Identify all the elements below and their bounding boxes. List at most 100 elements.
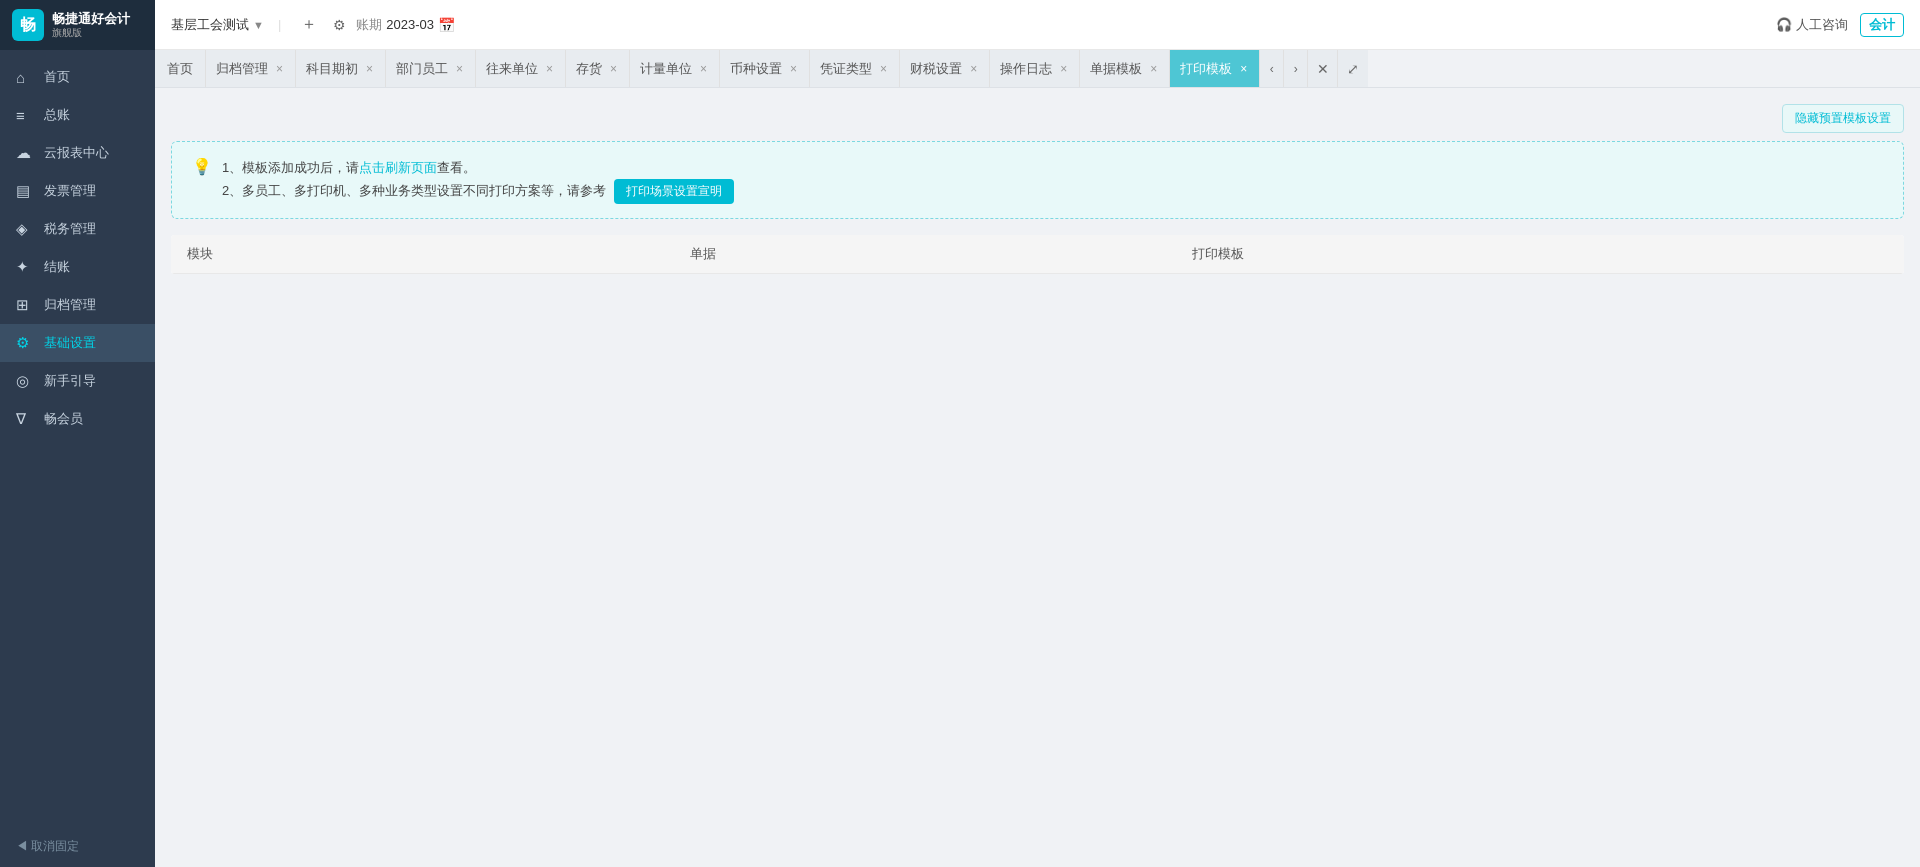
table-header-row: 模块 单据 打印模板 (171, 235, 1904, 274)
topbar-separator: | (278, 17, 281, 32)
main-area: 基层工会测试 ▼ | ＋ ⚙ 账期 2023-03 📅 🎧 人工咨询 会计 首页… (155, 0, 1920, 867)
sidebar-item-reports[interactable]: ☁ 云报表中心 (0, 134, 155, 172)
period-label: 账期 (356, 16, 382, 34)
print-scene-button[interactable]: 打印场景设置宣明 (614, 179, 734, 204)
tab-tax-settings[interactable]: 财税设置 × (900, 50, 990, 88)
add-tab-button[interactable]: ＋ (295, 12, 323, 37)
topbar: 基层工会测试 ▼ | ＋ ⚙ 账期 2023-03 📅 🎧 人工咨询 会计 (155, 0, 1920, 50)
tab-subject-close[interactable]: × (364, 61, 375, 77)
info-box-content: 💡 1、模板添加成功后，请点击刷新页面查看。 2、多员工、多打印机、多种业务类型… (192, 156, 1883, 204)
guide-icon: ◎ (16, 372, 36, 390)
tab-department[interactable]: 部门员工 × (386, 50, 476, 88)
tab-currency[interactable]: 币种设置 × (720, 50, 810, 88)
tax-icon: ◈ (16, 220, 36, 238)
tab-archive-close[interactable]: × (274, 61, 285, 77)
home-icon: ⌂ (16, 69, 36, 86)
tab-print-template-label: 打印模板 (1180, 60, 1232, 78)
col-document: 单据 (674, 235, 1177, 274)
period-value: 2023-03 (386, 17, 434, 32)
ledger-icon: ≡ (16, 107, 36, 124)
sidebar-item-invoice[interactable]: ▤ 发票管理 (0, 172, 155, 210)
member-icon: ∇ (16, 410, 36, 428)
tab-operation-log[interactable]: 操作日志 × (990, 50, 1080, 88)
tab-unit[interactable]: 计量单位 × (630, 50, 720, 88)
sidebar-item-ledger[interactable]: ≡ 总账 (0, 96, 155, 134)
tab-subject[interactable]: 科目期初 × (296, 50, 386, 88)
sidebar-label-settlement: 结账 (44, 258, 70, 276)
tab-voucher-type[interactable]: 凭证类型 × (810, 50, 900, 88)
sidebar-label-tax: 税务管理 (44, 220, 96, 238)
sidebar-label-ledger: 总账 (44, 106, 70, 124)
sidebar-label-member: 畅会员 (44, 410, 83, 428)
table-header: 模块 单据 打印模板 (171, 235, 1904, 274)
tab-home[interactable]: 首页 (155, 50, 206, 88)
tab-tax-settings-label: 财税设置 (910, 60, 962, 78)
sidebar-label-reports: 云报表中心 (44, 144, 109, 162)
company-dropdown-icon: ▼ (253, 19, 264, 31)
tab-supplier-close[interactable]: × (544, 61, 555, 77)
tab-print-template-close[interactable]: × (1238, 61, 1249, 77)
refresh-link[interactable]: 点击刷新页面 (359, 160, 437, 175)
logo-icon: 畅 (12, 9, 44, 41)
hide-preview-area: 隐藏预置模板设置 (171, 104, 1904, 133)
sidebar-item-archive[interactable]: ⊞ 归档管理 (0, 286, 155, 324)
calendar-icon[interactable]: 📅 (438, 17, 455, 33)
period-display: 账期 2023-03 📅 (356, 16, 455, 34)
tab-single-template-close[interactable]: × (1148, 61, 1159, 77)
tab-single-template[interactable]: 单据模板 × (1080, 50, 1170, 88)
sidebar-item-guide[interactable]: ◎ 新手引导 (0, 362, 155, 400)
tab-unit-close[interactable]: × (698, 61, 709, 77)
tab-tax-settings-close[interactable]: × (968, 61, 979, 77)
tab-currency-label: 币种设置 (730, 60, 782, 78)
tab-supplier[interactable]: 往来单位 × (476, 50, 566, 88)
tab-supplier-label: 往来单位 (486, 60, 538, 78)
service-label: 人工咨询 (1796, 16, 1848, 34)
unpin-button[interactable]: ◀ 取消固定 (0, 826, 155, 867)
settlement-icon: ✦ (16, 258, 36, 276)
tab-operation-log-close[interactable]: × (1058, 61, 1069, 77)
kuaiji-badge[interactable]: 会计 (1860, 13, 1904, 37)
tab-archive[interactable]: 归档管理 × (206, 50, 296, 88)
headset-icon: 🎧 (1776, 17, 1792, 32)
tabs-bar: 首页 归档管理 × 科目期初 × 部门员工 × 往来单位 × 存货 × 计量单位… (155, 50, 1920, 88)
archive-icon: ⊞ (16, 296, 36, 314)
sidebar-item-settings[interactable]: ⚙ 基础设置 (0, 324, 155, 362)
sidebar-item-member[interactable]: ∇ 畅会员 (0, 400, 155, 438)
settings-icon: ⚙ (16, 334, 36, 352)
tab-archive-label: 归档管理 (216, 60, 268, 78)
info-box: 💡 1、模板添加成功后，请点击刷新页面查看。 2、多员工、多打印机、多种业务类型… (171, 141, 1904, 219)
sidebar-item-settlement[interactable]: ✦ 结账 (0, 248, 155, 286)
invoice-icon: ▤ (16, 182, 36, 200)
sidebar-label-invoice: 发票管理 (44, 182, 96, 200)
tab-print-template[interactable]: 打印模板 × (1170, 50, 1260, 88)
tab-inventory-label: 存货 (576, 60, 602, 78)
tabs-scroll-right[interactable]: › (1284, 50, 1308, 88)
settings-gear-icon[interactable]: ⚙ (333, 17, 346, 33)
logo-text: 畅捷通好会计 旗舰版 (52, 11, 130, 39)
hide-preview-button[interactable]: 隐藏预置模板设置 (1782, 104, 1904, 133)
app-sub: 旗舰版 (52, 27, 130, 39)
app-title: 畅捷通好会计 (52, 11, 130, 27)
company-name: 基层工会测试 (171, 16, 249, 34)
reports-icon: ☁ (16, 144, 36, 162)
tab-voucher-type-close[interactable]: × (878, 61, 889, 77)
bulb-icon: 💡 (192, 157, 212, 176)
sidebar-item-home[interactable]: ⌂ 首页 (0, 58, 155, 96)
sidebar-item-tax[interactable]: ◈ 税务管理 (0, 210, 155, 248)
info-line1-suffix: 查看。 (437, 160, 476, 175)
tab-inventory-close[interactable]: × (608, 61, 619, 77)
tabs-scroll-left[interactable]: ‹ (1260, 50, 1284, 88)
sidebar-label-guide: 新手引导 (44, 372, 96, 390)
tab-inventory[interactable]: 存货 × (566, 50, 630, 88)
topbar-right: 🎧 人工咨询 会计 (1776, 13, 1904, 37)
expand-button[interactable]: ⤢ (1338, 50, 1368, 88)
sidebar-label-archive: 归档管理 (44, 296, 96, 314)
tab-home-label: 首页 (167, 60, 193, 78)
close-all-tabs[interactable]: ✕ (1308, 50, 1338, 88)
service-button[interactable]: 🎧 人工咨询 (1776, 16, 1848, 34)
info-line1-prefix: 1、模板添加成功后，请 (222, 160, 359, 175)
tab-department-close[interactable]: × (454, 61, 465, 77)
company-selector[interactable]: 基层工会测试 ▼ (171, 16, 264, 34)
tab-currency-close[interactable]: × (788, 61, 799, 77)
sidebar: 畅 畅捷通好会计 旗舰版 ⌂ 首页 ≡ 总账 ☁ 云报表中心 ▤ 发票管理 ◈ … (0, 0, 155, 867)
